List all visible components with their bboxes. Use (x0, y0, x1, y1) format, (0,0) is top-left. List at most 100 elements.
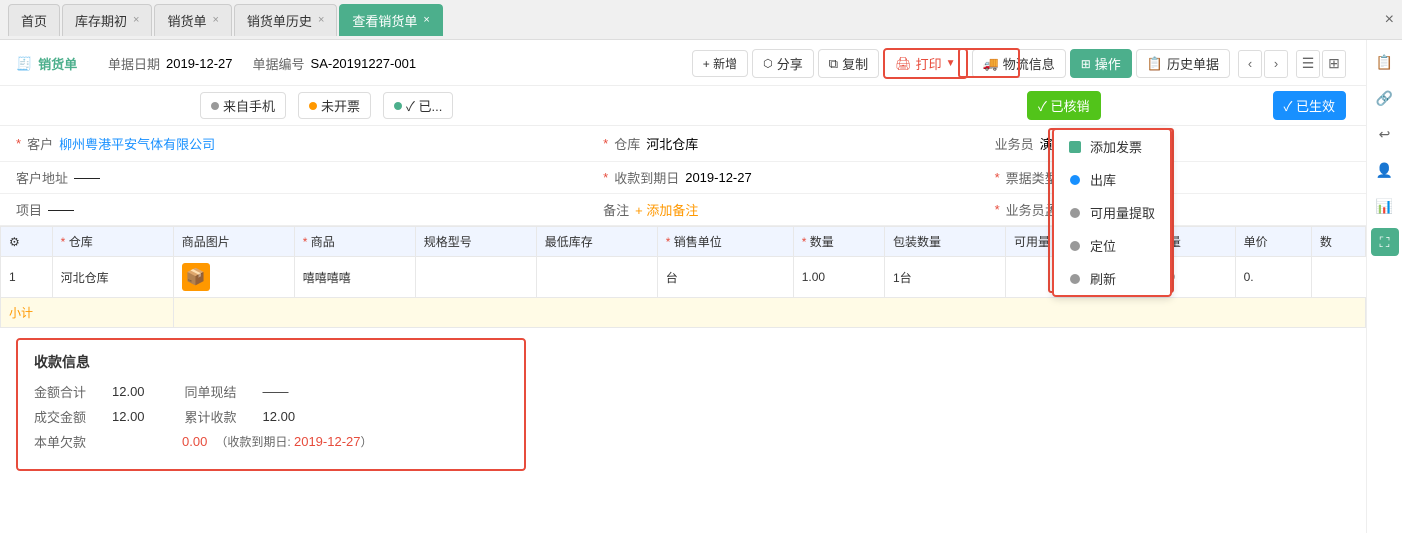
col-product-img: 商品图片 (173, 227, 294, 257)
right-btn-5[interactable]: 📊 (1371, 192, 1399, 220)
owed-date: 2019-12-27 (294, 434, 361, 449)
row-qty: 1.00 (793, 257, 884, 298)
effective-button[interactable]: ✓ 已生效 (1273, 91, 1347, 120)
row-product-img: 📦 (173, 257, 294, 298)
refresh-label: 刷新 (1090, 269, 1116, 288)
col-spec: 规格型号 (415, 227, 536, 257)
print-button[interactable]: 🖨 打印 ▼ (883, 48, 967, 79)
share-button[interactable]: ⬡ 分享 (752, 49, 814, 78)
address-value: —— (74, 170, 100, 185)
operations-dropdown: 添加发票 出库 可用量提取 定位 刷新 (1052, 128, 1172, 297)
not-invoiced-label: 未开票 (321, 96, 360, 115)
sold-button[interactable]: ✓ 已核销 (1027, 91, 1101, 120)
available-extract-item[interactable]: 可用量提取 (1054, 196, 1170, 229)
doc-date-value: 2019-12-27 (166, 56, 233, 71)
col-settings[interactable]: ⚙ (1, 227, 53, 257)
tab-home[interactable]: 首页 (8, 4, 60, 36)
ticket-type-label: 票据类型 (1006, 168, 1058, 187)
warehouse-label: 仓库 (614, 134, 640, 153)
available-extract-label: 可用量提取 (1090, 203, 1155, 222)
prev-arrow[interactable]: ‹ (1238, 50, 1262, 78)
right-btn-4[interactable]: 👤 (1371, 156, 1399, 184)
tab-sales-history-close[interactable]: × (318, 14, 324, 26)
tab-sales-history-label: 销货单历史 (247, 11, 312, 30)
address-field: 客户地址 —— (16, 168, 603, 187)
list-view-button[interactable]: ☰ (1296, 50, 1320, 78)
due-date-field: * 收款到期日 2019-12-27 (603, 168, 994, 187)
confirmed-button[interactable]: ✓ 已... (383, 92, 453, 119)
cumulative-label: 累计收款 (185, 407, 255, 426)
total-field: 金额合计 12.00 (34, 382, 145, 401)
same-order-field: 同单现结 —— (185, 382, 289, 401)
operations-icon: ⊞ (1081, 57, 1091, 71)
doc-date-field: 单据日期 2019-12-27 (108, 54, 233, 73)
warehouse-value: 河北仓库 (646, 134, 698, 153)
due-date-label: 收款到期日 (614, 168, 679, 187)
tab-view-sales-close[interactable]: × (423, 14, 429, 26)
print-dropdown-arrow[interactable]: ▼ (946, 58, 956, 69)
tab-view-sales[interactable]: 查看销货单 × (339, 4, 442, 36)
confirm-dot (394, 102, 402, 110)
row-price: 0. (1235, 257, 1311, 298)
locate-label: 定位 (1090, 236, 1116, 255)
deal-label: 成交金额 (34, 407, 104, 426)
share-icon: ⬡ (763, 57, 773, 70)
right-btn-3[interactable]: ↩ (1371, 120, 1399, 148)
owed-field: 本单欠款 0.00 （收款到期日: 2019-12-27） (34, 432, 508, 451)
not-invoiced-button[interactable]: 未开票 (298, 92, 371, 119)
tab-home-label: 首页 (21, 11, 47, 30)
add-invoice-icon (1068, 140, 1082, 154)
row-spec (415, 257, 536, 298)
tab-sales-label: 销货单 (167, 11, 206, 30)
row-pack-qty: 1台 (884, 257, 1005, 298)
tab-sales-history[interactable]: 销货单历史 × (234, 4, 337, 36)
tab-inventory-close[interactable]: × (133, 14, 139, 26)
from-mobile-button[interactable]: 来自手机 (200, 92, 286, 119)
tab-sales[interactable]: 销货单 × (154, 4, 231, 36)
subtotal-values (173, 298, 1365, 328)
new-button[interactable]: + 新增 (692, 50, 748, 77)
right-btn-6[interactable]: ⛶ (1371, 228, 1399, 256)
locate-item[interactable]: 定位 (1054, 229, 1170, 262)
copy-button[interactable]: ⧉ 复制 (818, 49, 879, 78)
operations-button[interactable]: ⊞ 操作 (1070, 49, 1132, 78)
doc-number-value: SA-20191227-001 (311, 56, 417, 71)
product-image: 📦 (182, 263, 210, 291)
right-btn-2[interactable]: 🔗 (1371, 84, 1399, 112)
owed-note: （收款到期日: 2019-12-27） (215, 433, 372, 450)
customer-field: * 客户 柳州粤港平安气体有限公司 (16, 134, 603, 153)
salesperson-label: 业务员孟 (1006, 200, 1058, 219)
grid-view-button[interactable]: ⊞ (1322, 50, 1346, 78)
next-arrow[interactable]: › (1264, 50, 1288, 78)
history-button[interactable]: 📋 历史单据 (1136, 49, 1230, 78)
history-icon: 📋 (1147, 56, 1163, 72)
note-field: 备注 + 添加备注 (603, 200, 994, 219)
customer-required: * (16, 136, 21, 151)
row-product: 嘻嘻嘻嘻 (294, 257, 415, 298)
tab-sales-close[interactable]: × (212, 14, 218, 26)
tab-inventory[interactable]: 库存期初 × (62, 4, 152, 36)
window-close-icon[interactable]: × (1385, 11, 1394, 29)
due-date-value: 2019-12-27 (685, 170, 752, 185)
available-extract-icon (1068, 206, 1082, 220)
right-btn-1[interactable]: 📋 (1371, 48, 1399, 76)
payment-row-1: 金额合计 12.00 同单现结 —— (34, 382, 508, 401)
logistics-icon: 🚚 (983, 56, 999, 72)
copy-icon: ⧉ (829, 56, 838, 72)
from-mobile-label: 来自手机 (223, 96, 275, 115)
customer-value[interactable]: 柳州粤港平安气体有限公司 (59, 134, 215, 153)
cumulative-value: 12.00 (263, 409, 296, 424)
refresh-item[interactable]: 刷新 (1054, 262, 1170, 295)
add-invoice-item[interactable]: 添加发票 (1054, 130, 1170, 163)
doc-date-label: 单据日期 (108, 54, 160, 73)
logistics-button[interactable]: 🚚 物流信息 (972, 49, 1066, 78)
doc-icon: 🧾 (16, 56, 32, 72)
payment-row-3: 本单欠款 0.00 （收款到期日: 2019-12-27） (34, 432, 508, 451)
col-warehouse: 仓库 (52, 227, 173, 257)
outbound-item[interactable]: 出库 (1054, 163, 1170, 196)
deal-field: 成交金额 12.00 (34, 407, 145, 426)
right-toolbar: 📋 🔗 ↩ 👤 📊 ⛶ (1366, 40, 1402, 533)
outbound-icon (1068, 173, 1082, 187)
add-note-button[interactable]: + 添加备注 (635, 200, 698, 219)
row-unit: 台 (657, 257, 793, 298)
